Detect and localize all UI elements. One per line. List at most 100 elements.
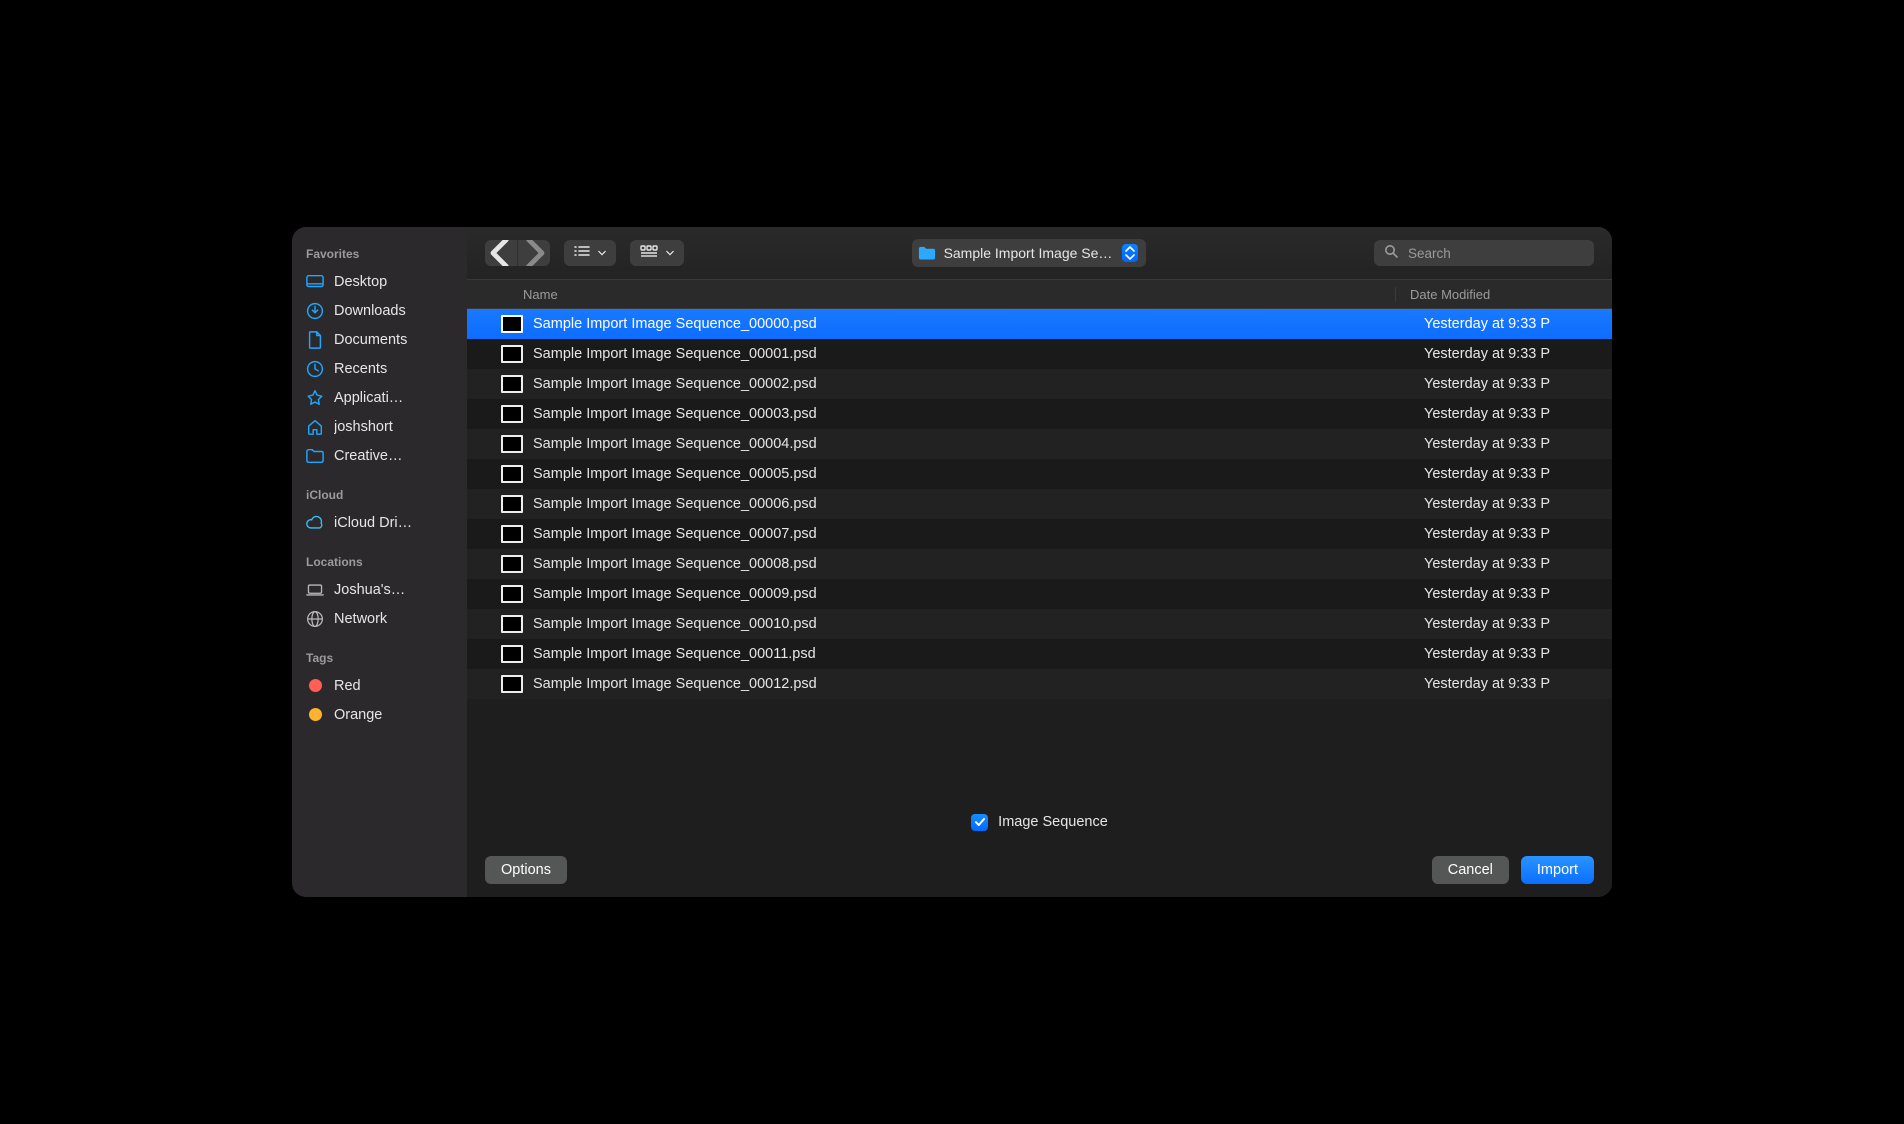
file-row[interactable]: Sample Import Image Sequence_00010.psdYe…	[467, 609, 1612, 639]
search-icon	[1384, 244, 1398, 263]
cloud-icon	[306, 514, 324, 532]
image-sequence-label: Image Sequence	[998, 814, 1108, 830]
sidebar-item-label: Documents	[334, 332, 407, 348]
file-row[interactable]: Sample Import Image Sequence_00004.psdYe…	[467, 429, 1612, 459]
document-icon	[306, 331, 324, 349]
import-button[interactable]: Import	[1521, 856, 1594, 884]
file-date-modified: Yesterday at 9:33 P	[1410, 526, 1612, 542]
file-row[interactable]: Sample Import Image Sequence_00006.psdYe…	[467, 489, 1612, 519]
sidebar-item-network[interactable]: Network	[292, 604, 467, 633]
file-date-modified: Yesterday at 9:33 P	[1410, 376, 1612, 392]
cancel-button[interactable]: Cancel	[1432, 856, 1509, 884]
forward-button[interactable]	[517, 240, 550, 266]
file-name: Sample Import Image Sequence_00006.psd	[533, 496, 1410, 512]
sidebar-item-documents[interactable]: Documents	[292, 325, 467, 354]
file-date-modified: Yesterday at 9:33 P	[1410, 436, 1612, 452]
sidebar: FavoritesDesktopDownloadsDocumentsRecent…	[292, 227, 467, 897]
sidebar-item-label: Recents	[334, 361, 387, 377]
sidebar-item-label: Orange	[334, 707, 382, 723]
file-icon	[501, 465, 523, 483]
file-date-modified: Yesterday at 9:33 P	[1410, 556, 1612, 572]
file-date-modified: Yesterday at 9:33 P	[1410, 586, 1612, 602]
file-name: Sample Import Image Sequence_00000.psd	[533, 316, 1410, 332]
file-list[interactable]: Sample Import Image Sequence_00000.psdYe…	[467, 309, 1612, 801]
file-name: Sample Import Image Sequence_00001.psd	[533, 346, 1410, 362]
footer: Options Cancel Import	[467, 843, 1612, 897]
sidebar-item-label: Applicati…	[334, 390, 403, 406]
path-popup-button[interactable]: Sample Import Image Se…	[912, 239, 1147, 267]
file-row[interactable]: Sample Import Image Sequence_00005.psdYe…	[467, 459, 1612, 489]
file-icon	[501, 645, 523, 663]
chevron-down-icon	[666, 244, 674, 262]
network-icon	[306, 610, 324, 628]
file-date-modified: Yesterday at 9:33 P	[1410, 646, 1612, 662]
file-icon	[501, 315, 523, 333]
search-field[interactable]	[1374, 240, 1594, 266]
file-row[interactable]: Sample Import Image Sequence_00009.psdYe…	[467, 579, 1612, 609]
sidebar-item-joshua-s[interactable]: Joshua's…	[292, 575, 467, 604]
file-row[interactable]: Sample Import Image Sequence_00003.psdYe…	[467, 399, 1612, 429]
tag-icon	[306, 706, 324, 724]
file-row[interactable]: Sample Import Image Sequence_00012.psdYe…	[467, 669, 1612, 699]
file-row[interactable]: Sample Import Image Sequence_00000.psdYe…	[467, 309, 1612, 339]
sidebar-section-title: iCloud	[292, 482, 467, 508]
column-date-modified[interactable]: Date Modified	[1395, 287, 1612, 302]
sidebar-item-label: Desktop	[334, 274, 387, 290]
options-button[interactable]: Options	[485, 856, 567, 884]
file-open-dialog: FavoritesDesktopDownloadsDocumentsRecent…	[292, 227, 1612, 897]
sidebar-item-orange[interactable]: Orange	[292, 700, 467, 729]
sidebar-item-creative[interactable]: Creative…	[292, 441, 467, 470]
main-pane: Sample Import Image Se… Name Date Modifi	[467, 227, 1612, 897]
file-row[interactable]: Sample Import Image Sequence_00011.psdYe…	[467, 639, 1612, 669]
sidebar-item-applicati[interactable]: Applicati…	[292, 383, 467, 412]
file-name: Sample Import Image Sequence_00009.psd	[533, 586, 1410, 602]
file-date-modified: Yesterday at 9:33 P	[1410, 676, 1612, 692]
back-button[interactable]	[485, 240, 517, 266]
file-name: Sample Import Image Sequence_00005.psd	[533, 466, 1410, 482]
file-name: Sample Import Image Sequence_00002.psd	[533, 376, 1410, 392]
file-name: Sample Import Image Sequence_00012.psd	[533, 676, 1410, 692]
sidebar-item-icloud-dri[interactable]: iCloud Dri…	[292, 508, 467, 537]
file-date-modified: Yesterday at 9:33 P	[1410, 316, 1612, 332]
column-name[interactable]: Name	[467, 287, 1395, 302]
toolbar: Sample Import Image Se…	[467, 227, 1612, 279]
downloads-icon	[306, 302, 324, 320]
file-icon	[501, 435, 523, 453]
sidebar-item-label: Creative…	[334, 448, 403, 464]
sidebar-section-title: Locations	[292, 549, 467, 575]
nav-segment	[485, 240, 550, 266]
chevron-down-icon	[598, 244, 606, 262]
sidebar-item-label: Network	[334, 611, 387, 627]
sidebar-item-label: Joshua's…	[334, 582, 405, 598]
sidebar-item-recents[interactable]: Recents	[292, 354, 467, 383]
file-row[interactable]: Sample Import Image Sequence_00001.psdYe…	[467, 339, 1612, 369]
file-icon	[501, 375, 523, 393]
file-row[interactable]: Sample Import Image Sequence_00002.psdYe…	[467, 369, 1612, 399]
option-row: Image Sequence	[467, 801, 1612, 843]
path-label: Sample Import Image Se…	[944, 245, 1113, 261]
sidebar-item-red[interactable]: Red	[292, 671, 467, 700]
file-date-modified: Yesterday at 9:33 P	[1410, 406, 1612, 422]
file-icon	[501, 495, 523, 513]
list-view-icon	[574, 244, 590, 262]
search-input[interactable]	[1406, 245, 1584, 262]
tag-icon	[306, 677, 324, 695]
file-row[interactable]: Sample Import Image Sequence_00008.psdYe…	[467, 549, 1612, 579]
file-icon	[501, 555, 523, 573]
view-list-button[interactable]	[564, 240, 616, 266]
file-date-modified: Yesterday at 9:33 P	[1410, 616, 1612, 632]
group-view-icon	[640, 244, 658, 262]
view-group-button[interactable]	[630, 240, 684, 266]
sidebar-item-label: iCloud Dri…	[334, 515, 412, 531]
image-sequence-checkbox[interactable]	[971, 814, 988, 831]
sidebar-item-downloads[interactable]: Downloads	[292, 296, 467, 325]
file-icon	[501, 525, 523, 543]
file-date-modified: Yesterday at 9:33 P	[1410, 346, 1612, 362]
file-icon	[501, 675, 523, 693]
file-row[interactable]: Sample Import Image Sequence_00007.psdYe…	[467, 519, 1612, 549]
file-name: Sample Import Image Sequence_00010.psd	[533, 616, 1410, 632]
sidebar-item-joshshort[interactable]: joshshort	[292, 412, 467, 441]
file-icon	[501, 585, 523, 603]
sidebar-item-desktop[interactable]: Desktop	[292, 267, 467, 296]
file-name: Sample Import Image Sequence_00008.psd	[533, 556, 1410, 572]
